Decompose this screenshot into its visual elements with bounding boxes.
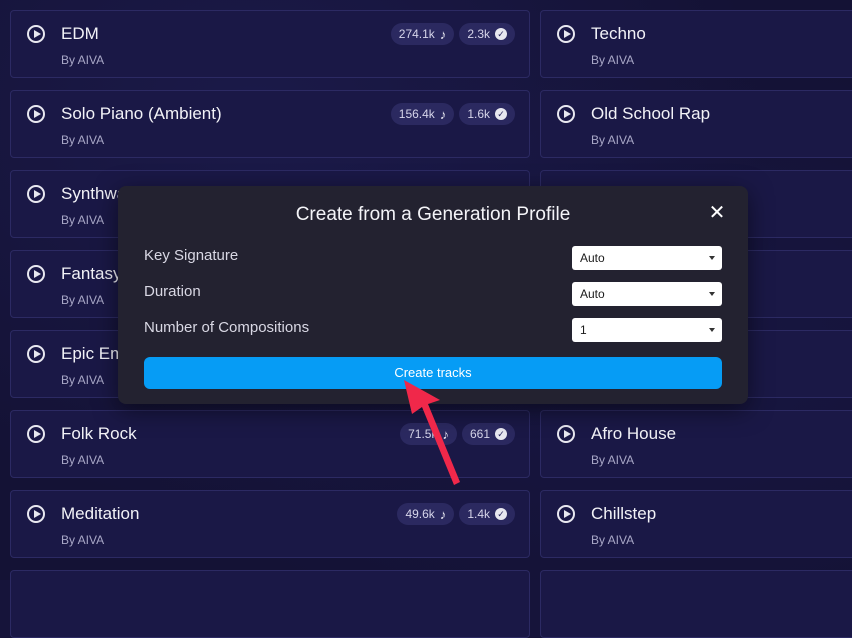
profile-card-chillstep[interactable]: Chillstep By AIVA bbox=[540, 490, 852, 558]
profile-stats: 274.1k ♪ 2.3k ✓ bbox=[390, 23, 515, 45]
plays-count: 274.1k bbox=[398, 27, 435, 41]
profile-stats: 156.4k ♪ 1.6k ✓ bbox=[390, 103, 515, 125]
profile-author: By AIVA bbox=[61, 373, 105, 387]
play-icon[interactable] bbox=[557, 25, 575, 43]
music-note-icon: ♪ bbox=[439, 106, 447, 122]
play-icon[interactable] bbox=[27, 505, 45, 523]
chevron-down-icon bbox=[709, 292, 715, 296]
profile-card-meditation[interactable]: Meditation By AIVA 49.6k ♪ 1.4k ✓ bbox=[10, 490, 530, 558]
profile-author: By AIVA bbox=[61, 53, 105, 67]
check-icon: ✓ bbox=[495, 28, 507, 40]
number-of-compositions-select[interactable]: 1 bbox=[572, 318, 722, 342]
likes-badge: 1.4k ✓ bbox=[459, 503, 515, 525]
plays-count: 156.4k bbox=[398, 107, 435, 121]
profile-card-solo-piano[interactable]: Solo Piano (Ambient) By AIVA 156.4k ♪ 1.6… bbox=[10, 90, 530, 158]
close-icon[interactable]: ✕ bbox=[708, 203, 726, 223]
plays-badge: 156.4k ♪ bbox=[390, 103, 455, 125]
plays-count: 49.6k bbox=[405, 507, 435, 521]
check-icon: ✓ bbox=[495, 428, 507, 440]
profile-author: By AIVA bbox=[591, 53, 635, 67]
check-icon: ✓ bbox=[495, 108, 507, 120]
profile-title: Folk Rock bbox=[61, 424, 137, 443]
modal-title: Create from a Generation Profile bbox=[295, 204, 571, 225]
profile-title: Afro House bbox=[591, 424, 677, 443]
play-icon[interactable] bbox=[557, 425, 575, 443]
profile-title: Meditation bbox=[61, 504, 140, 523]
play-icon[interactable] bbox=[557, 505, 575, 523]
profile-stats: 49.6k ♪ 1.4k ✓ bbox=[397, 503, 515, 525]
play-icon[interactable] bbox=[27, 265, 45, 283]
profile-title: Fantasy bbox=[61, 264, 122, 283]
profile-author: By AIVA bbox=[61, 213, 105, 227]
red-arrow-icon bbox=[404, 380, 460, 485]
profile-title: Solo Piano (Ambient) bbox=[61, 104, 222, 123]
number-of-compositions-label: Number of Compositions bbox=[144, 319, 310, 336]
play-icon[interactable] bbox=[557, 105, 575, 123]
profile-card-edm[interactable]: EDM By AIVA 274.1k ♪ 2.3k ✓ bbox=[10, 10, 530, 78]
profile-author: By AIVA bbox=[61, 533, 105, 547]
profile-card-old-school-rap[interactable]: Old School Rap By AIVA bbox=[540, 90, 852, 158]
profile-author: By AIVA bbox=[591, 133, 635, 147]
profile-card-partial[interactable] bbox=[10, 570, 530, 638]
music-note-icon: ♪ bbox=[439, 506, 447, 522]
chevron-down-icon bbox=[709, 256, 715, 260]
profile-title: Old School Rap bbox=[591, 104, 711, 123]
chevron-down-icon bbox=[709, 328, 715, 332]
likes-count: 1.4k bbox=[467, 507, 490, 521]
likes-count: 661 bbox=[469, 427, 490, 441]
profile-author: By AIVA bbox=[591, 533, 635, 547]
profile-title: Chillstep bbox=[591, 504, 657, 523]
profile-card-techno[interactable]: Techno By AIVA bbox=[540, 10, 852, 78]
profile-title: Epic Em bbox=[61, 344, 125, 363]
number-of-compositions-value: 1 bbox=[580, 323, 587, 337]
music-note-icon: ♪ bbox=[439, 26, 447, 42]
profile-card-afro-house[interactable]: Afro House By AIVA bbox=[540, 410, 852, 478]
key-signature-select[interactable]: Auto bbox=[572, 246, 722, 270]
profile-author: By AIVA bbox=[61, 453, 105, 467]
profile-card-partial-right[interactable] bbox=[540, 570, 852, 638]
profile-author: By AIVA bbox=[61, 133, 105, 147]
likes-count: 1.6k bbox=[467, 107, 490, 121]
likes-badge: 1.6k ✓ bbox=[459, 103, 515, 125]
check-icon: ✓ bbox=[495, 508, 507, 520]
likes-count: 2.3k bbox=[467, 27, 490, 41]
profile-title: Synthwa bbox=[61, 184, 127, 203]
duration-select[interactable]: Auto bbox=[572, 282, 722, 306]
plays-badge: 49.6k ♪ bbox=[397, 503, 455, 525]
duration-value: Auto bbox=[580, 287, 605, 301]
generation-profile-modal: Create from a Generation Profile ✕ Key S… bbox=[118, 186, 748, 404]
plays-badge: 274.1k ♪ bbox=[390, 23, 455, 45]
duration-label: Duration bbox=[144, 283, 201, 300]
play-icon[interactable] bbox=[27, 25, 45, 43]
play-icon[interactable] bbox=[27, 345, 45, 363]
profile-author: By AIVA bbox=[61, 293, 105, 307]
key-signature-value: Auto bbox=[580, 251, 605, 265]
red-arrow-shape bbox=[404, 380, 460, 485]
profile-author: By AIVA bbox=[591, 453, 635, 467]
play-icon[interactable] bbox=[27, 105, 45, 123]
profile-title: Techno bbox=[591, 24, 646, 43]
play-icon[interactable] bbox=[27, 425, 45, 443]
play-icon[interactable] bbox=[27, 185, 45, 203]
profile-title: EDM bbox=[61, 24, 99, 43]
likes-badge: 2.3k ✓ bbox=[459, 23, 515, 45]
key-signature-label: Key Signature bbox=[144, 247, 239, 264]
